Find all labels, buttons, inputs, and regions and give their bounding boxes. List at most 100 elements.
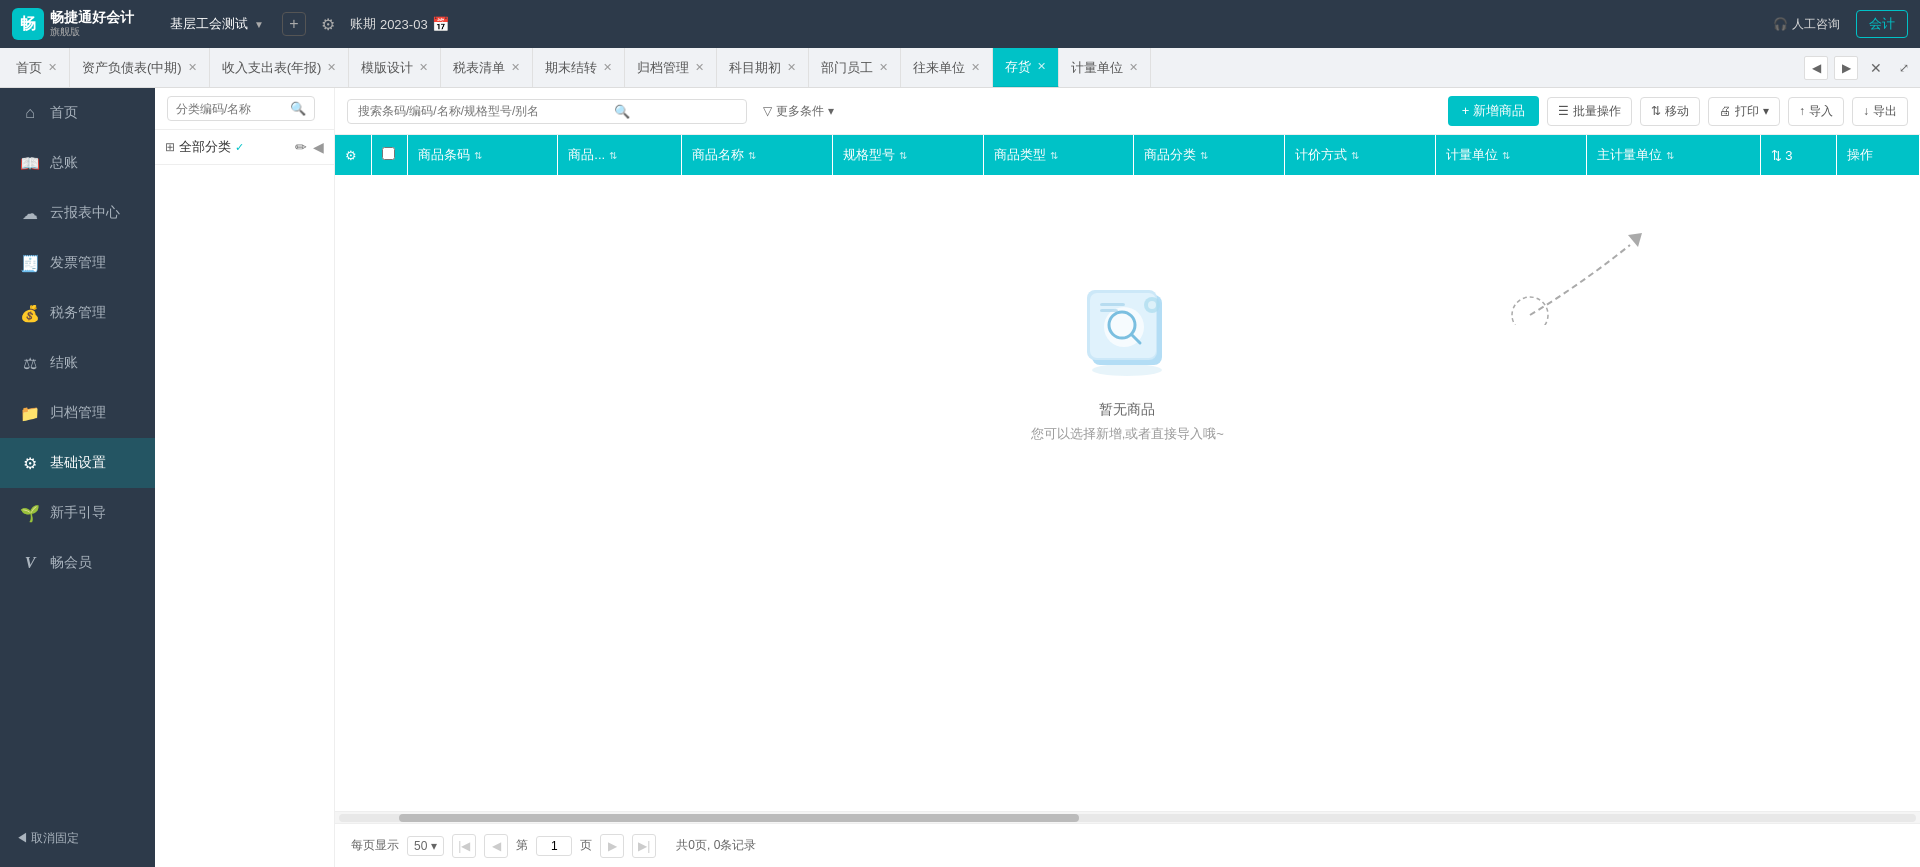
tab-next-button[interactable]: ▶ (1834, 56, 1858, 80)
check-icon: ✓ (235, 141, 244, 154)
tab-assets[interactable]: 资产负债表(中期) ✕ (70, 48, 210, 88)
th-category[interactable]: 商品分类 ⇅ (1134, 135, 1285, 175)
tab-close-icon[interactable]: ✕ (695, 61, 704, 74)
cancel-fixed-button[interactable]: ◀ 取消固定 (0, 822, 155, 855)
th-settings[interactable]: ⚙ (335, 135, 371, 175)
tab-close-icon[interactable]: ✕ (419, 61, 428, 74)
scrollbar-track[interactable] (339, 814, 1916, 822)
settings-icon-button[interactable]: ⚙ (316, 12, 340, 36)
batch-icon: ☰ (1558, 104, 1569, 118)
page-size-select[interactable]: 50 ▾ (407, 836, 444, 856)
tab-close-icon[interactable]: ✕ (48, 61, 57, 74)
last-page-button[interactable]: ▶| (632, 834, 656, 858)
th-col3[interactable]: ⇅ 3 (1760, 135, 1836, 175)
import-button[interactable]: ↑ 导入 (1788, 97, 1844, 126)
tab-close-icon[interactable]: ✕ (603, 61, 612, 74)
sidebar-item-invoice[interactable]: 🧾 发票管理 (0, 238, 155, 288)
prev-page-button[interactable]: ◀ (484, 834, 508, 858)
tab-close-icon[interactable]: ✕ (327, 61, 336, 74)
sidebar-label-tax: 税务管理 (50, 304, 106, 322)
sidebar-item-report[interactable]: ☁ 云报表中心 (0, 188, 155, 238)
tab-close-icon[interactable]: ✕ (1129, 61, 1138, 74)
tab-close-icon[interactable]: ✕ (188, 61, 197, 74)
move-button[interactable]: ⇅ 移动 (1640, 97, 1700, 126)
category-header: ⊞ 全部分类 ✓ ✏ ◀ (155, 130, 334, 165)
archive-icon: 📁 (20, 404, 40, 423)
page-number-input[interactable] (536, 836, 572, 856)
tab-subject[interactable]: 科目期初 ✕ (717, 48, 809, 88)
th-unit[interactable]: 计量单位 ⇅ (1435, 135, 1586, 175)
tab-taxlist[interactable]: 税表清单 ✕ (441, 48, 533, 88)
app-name: 畅捷通好会计 (50, 9, 134, 26)
tab-archive[interactable]: 归档管理 ✕ (625, 48, 717, 88)
empty-title: 暂无商品 (1099, 401, 1155, 419)
sort-icon: ⇅ (899, 150, 907, 161)
tab-close-icon[interactable]: ✕ (1037, 60, 1046, 73)
tab-close-icon[interactable]: ✕ (971, 61, 980, 74)
sidebar-item-settle[interactable]: ⚖ 结账 (0, 338, 155, 388)
category-search-input[interactable] (176, 102, 286, 116)
th-main-unit[interactable]: 主计量单位 ⇅ (1586, 135, 1760, 175)
tab-contacts[interactable]: 往来单位 ✕ (901, 48, 993, 88)
split-panel: 🔍 ⊞ 全部分类 ✓ ✏ ◀ (155, 88, 1920, 867)
tab-income[interactable]: 收入支出表(年报) ✕ (210, 48, 350, 88)
cloud-icon: ☁ (20, 204, 40, 223)
kuaiji-button[interactable]: 会计 (1856, 10, 1908, 38)
tab-expand-button[interactable]: ⤢ (1892, 56, 1916, 80)
tab-period-close[interactable]: 期末结转 ✕ (533, 48, 625, 88)
dashed-arrow-illustration (1500, 225, 1680, 325)
category-title: 全部分类 (179, 138, 231, 156)
th-spec[interactable]: 规格型号 ⇅ (832, 135, 983, 175)
scrollbar-thumb[interactable] (399, 814, 1079, 822)
tab-close-icon[interactable]: ✕ (879, 61, 888, 74)
tab-close-icon[interactable]: ✕ (787, 61, 796, 74)
print-button[interactable]: 🖨 打印 ▾ (1708, 97, 1780, 126)
home-icon: ⌂ (20, 104, 40, 122)
th-type[interactable]: 商品类型 ⇅ (983, 135, 1134, 175)
first-page-button[interactable]: |◀ (452, 834, 476, 858)
main-layout: ⌂ 首页 📖 总账 ☁ 云报表中心 🧾 发票管理 💰 税务管理 ⚖ 结账 📁 归… (0, 88, 1920, 867)
add-tab-button[interactable]: + (282, 12, 306, 36)
th-barcode[interactable]: 商品条码 ⇅ (407, 135, 558, 175)
filter-button[interactable]: ▽ 更多条件 ▾ (755, 99, 842, 124)
collapse-panel-button[interactable]: ◀ (313, 139, 324, 155)
th-name[interactable]: 商品名称 ⇅ (682, 135, 833, 175)
batch-button[interactable]: ☰ 批量操作 (1547, 97, 1632, 126)
tab-unit[interactable]: 计量单位 ✕ (1059, 48, 1151, 88)
tab-close-icon[interactable]: ✕ (511, 61, 520, 74)
add-product-button[interactable]: + 新增商品 (1448, 96, 1539, 126)
tab-prev-button[interactable]: ◀ (1804, 56, 1828, 80)
products-table: ⚙ 商品条码 ⇅ (335, 135, 1920, 523)
main-search-input[interactable] (358, 104, 608, 118)
service-button[interactable]: 🎧 人工咨询 (1765, 12, 1848, 37)
th-checkbox[interactable] (371, 135, 407, 175)
tab-template[interactable]: 模版设计 ✕ (349, 48, 441, 88)
edit-category-button[interactable]: ✏ (295, 139, 307, 155)
sidebar-item-archive[interactable]: 📁 归档管理 (0, 388, 155, 438)
category-search-wrap[interactable]: 🔍 (167, 96, 315, 121)
calendar-icon[interactable]: 📅 (432, 16, 449, 32)
company-selector[interactable]: 基层工会测试 ▼ (162, 11, 272, 37)
tab-close-all-button[interactable]: ✕ (1864, 56, 1888, 80)
sidebar-item-guide[interactable]: 🌱 新手引导 (0, 488, 155, 538)
th-type-label: 商品类型 (994, 146, 1046, 164)
tab-dept[interactable]: 部门员工 ✕ (809, 48, 901, 88)
top-header: 畅 畅捷通好会计 旗舰版 基层工会测试 ▼ + ⚙ 账期 2023-03 📅 🎧… (0, 0, 1920, 48)
empty-state: 暂无商品 您可以选择新增,或者直接导入哦~ (335, 175, 1920, 523)
tab-inventory[interactable]: 存货 ✕ (993, 48, 1059, 88)
sidebar-item-vip[interactable]: V 畅会员 (0, 538, 155, 588)
th-code[interactable]: 商品... ⇅ (558, 135, 682, 175)
select-all-checkbox[interactable] (382, 147, 395, 160)
book-icon: 📖 (20, 154, 40, 173)
main-search-wrap[interactable]: 🔍 (347, 99, 747, 124)
sidebar-item-ledger[interactable]: 📖 总账 (0, 138, 155, 188)
horizontal-scrollbar[interactable] (335, 811, 1920, 823)
sidebar-item-tax[interactable]: 💰 税务管理 (0, 288, 155, 338)
sidebar-item-basic[interactable]: ⚙ 基础设置 (0, 438, 155, 488)
next-page-button[interactable]: ▶ (600, 834, 624, 858)
sidebar-item-home[interactable]: ⌂ 首页 (0, 88, 155, 138)
tab-home[interactable]: 首页 ✕ (4, 48, 70, 88)
th-price-method[interactable]: 计价方式 ⇅ (1285, 135, 1436, 175)
export-button[interactable]: ↓ 导出 (1852, 97, 1908, 126)
svg-point-0 (1512, 297, 1548, 325)
